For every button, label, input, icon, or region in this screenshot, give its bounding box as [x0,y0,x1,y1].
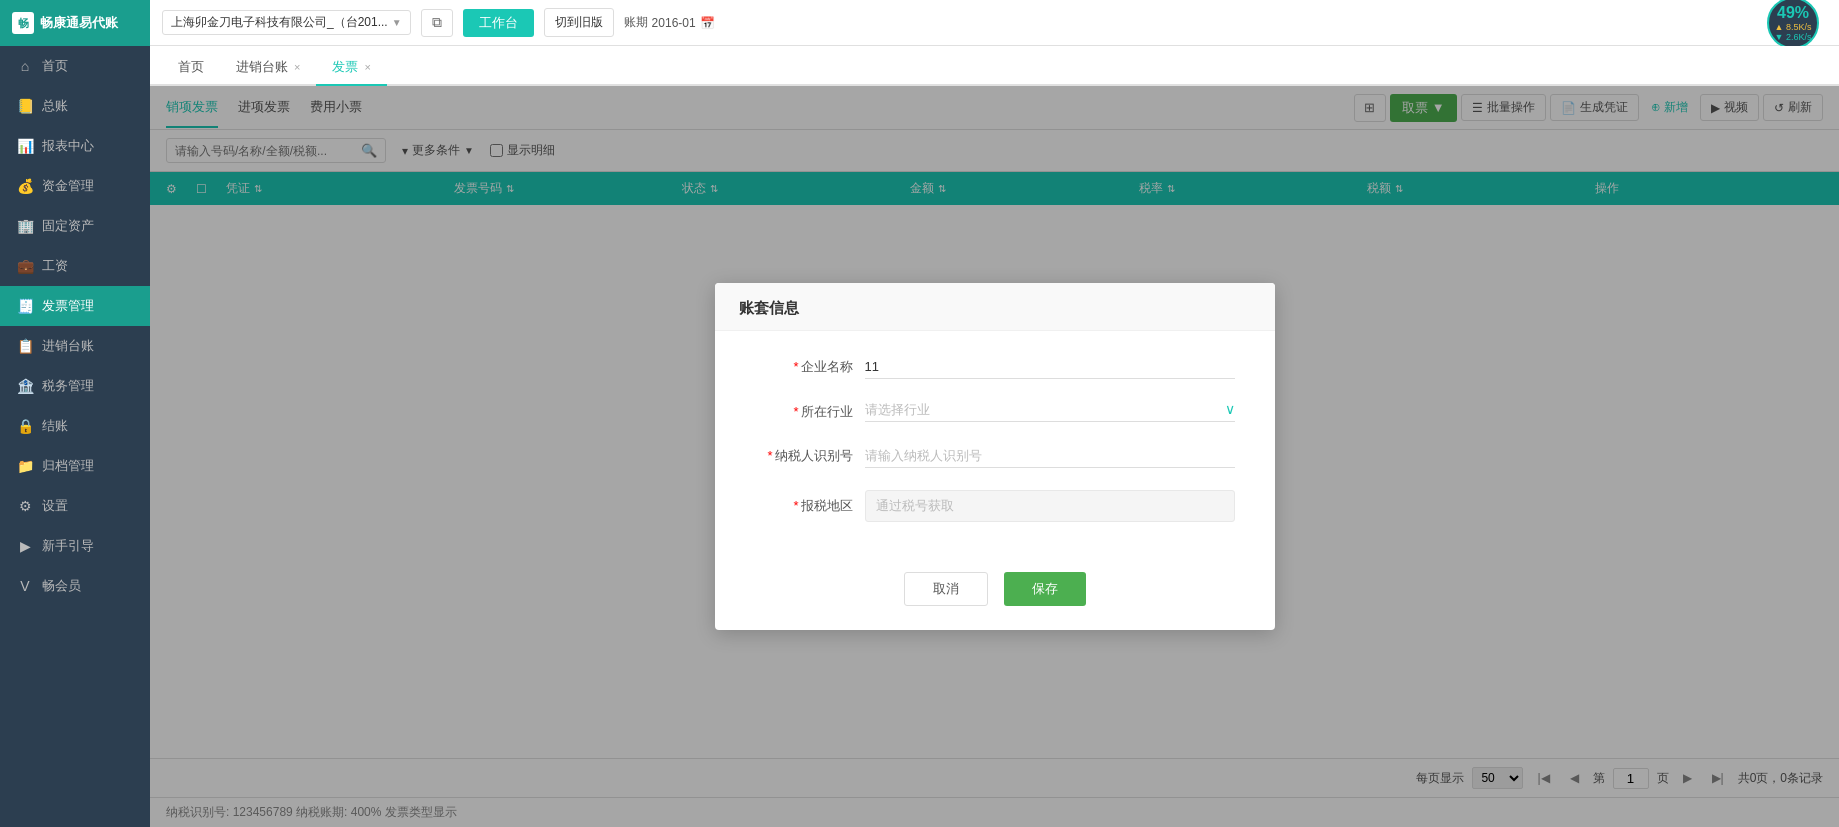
label-industry: *所在行业 [755,403,865,421]
label-taxregion: *报税地区 [755,497,865,515]
form-row-taxregion: *报税地区 通过税号获取 [755,490,1235,522]
sidebar-label-settings: 设置 [42,497,68,515]
tab-close-invoice[interactable]: × [364,61,370,73]
sidebar-icon-tax: 🏦 [16,378,34,394]
sidebar-item-tax[interactable]: 🏦 税务管理 [0,366,150,406]
save-button[interactable]: 保存 [1004,572,1086,606]
required-star-taxregion: * [793,498,798,513]
modal-title: 账套信息 [715,283,1275,331]
sidebar-item-funds[interactable]: 💰 资金管理 [0,166,150,206]
network-download-speed: ▼ 2.6K/s [1775,32,1812,42]
tab-label-purchase: 进销台账 [236,59,288,74]
sidebar-label-funds: 资金管理 [42,177,94,195]
sidebar-icon-vip: V [16,578,34,594]
tab-home[interactable]: 首页 [162,50,220,86]
company-name-input[interactable] [865,355,1235,379]
sidebar-item-purchase[interactable]: 📋 进销台账 [0,326,150,366]
sidebar-item-payroll[interactable]: 💼 工资 [0,246,150,286]
sidebar-icon-fixed_assets: 🏢 [16,218,34,234]
sidebar-label-reports: 报表中心 [42,137,94,155]
sidebar-item-guide[interactable]: ▶ 新手引导 [0,526,150,566]
sidebar-label-home: 首页 [42,57,68,75]
copy-button[interactable]: ⧉ [421,9,453,37]
tab-invoice[interactable]: 发票 × [316,50,386,86]
sidebar-icon-closing: 🔒 [16,418,34,434]
sidebar-item-settings[interactable]: ⚙ 设置 [0,486,150,526]
main-area: 上海卯金刀电子科技有限公司_（台201... ▼ ⧉ 工作台 切到旧版 账期 2… [150,0,1839,827]
period-label: 账期 [624,14,648,31]
company-name: 上海卯金刀电子科技有限公司_（台201... [171,14,388,31]
network-upload-speed: ▲ 8.5K/s [1775,22,1812,32]
sidebar-label-vip: 畅会员 [42,577,81,595]
form-row-industry: *所在行业 请选择行业 ∨ [755,401,1235,422]
sidebar-icon-settings: ⚙ [16,498,34,514]
sidebar-icon-payroll: 💼 [16,258,34,274]
sidebar-label-fixed_assets: 固定资产 [42,217,94,235]
required-star-industry: * [793,404,798,419]
sidebar-icon-archive: 📁 [16,458,34,474]
logo-icon: 畅 [12,12,34,34]
sidebar-icon-invoice: 🧾 [16,298,34,314]
required-star: * [793,359,798,374]
app-name: 畅康通易代账 [40,14,118,32]
top-header: 上海卯金刀电子科技有限公司_（台201... ▼ ⧉ 工作台 切到旧版 账期 2… [150,0,1839,46]
content-area: 销项发票进项发票费用小票 ⊞ 取票 ▼ ☰ 批量操作 📄 生成凭证 [150,86,1839,827]
sidebar-icon-purchase: 📋 [16,338,34,354]
sidebar-label-payroll: 工资 [42,257,68,275]
industry-select[interactable]: 请选择行业 [865,402,1225,417]
account-set-modal: 账套信息 *企业名称 *所在行业 [715,283,1275,630]
modal-overlay: 账套信息 *企业名称 *所在行业 [150,86,1839,827]
tabs-bar: 首页 进销台账 × 发票 × [150,46,1839,86]
calendar-icon[interactable]: 📅 [700,16,715,30]
form-row-company: *企业名称 [755,355,1235,379]
label-taxid: *纳税人识别号 [755,447,865,465]
sidebar-item-closing[interactable]: 🔒 结账 [0,406,150,446]
sidebar-label-archive: 归档管理 [42,457,94,475]
sidebar-label-tax: 税务管理 [42,377,94,395]
industry-select-wrap: 请选择行业 ∨ [865,401,1235,422]
company-selector[interactable]: 上海卯金刀电子科技有限公司_（台201... ▼ [162,10,411,35]
sidebar-item-vip[interactable]: V 畅会员 [0,566,150,606]
sidebar-item-fixed_assets[interactable]: 🏢 固定资产 [0,206,150,246]
sidebar-item-archive[interactable]: 📁 归档管理 [0,446,150,486]
cancel-button[interactable]: 取消 [904,572,988,606]
period-display: 账期 2016-01 📅 [624,14,715,31]
app-logo: 畅 畅康通易代账 [0,0,150,46]
network-percent: 49% [1777,4,1809,22]
sidebar: 畅 畅康通易代账 ⌂ 首页 📒 总账 📊 报表中心 💰 资金管理 🏢 固定资产 💼 工资 🧾 发票管理 📋 进… [0,0,150,827]
sidebar-icon-guide: ▶ [16,538,34,554]
sidebar-label-closing: 结账 [42,417,68,435]
modal-footer: 取消 保存 [715,564,1275,630]
sidebar-label-purchase: 进销台账 [42,337,94,355]
sidebar-item-invoice[interactable]: 🧾 发票管理 [0,286,150,326]
sidebar-label-ledger: 总账 [42,97,68,115]
sidebar-icon-ledger: 📒 [16,98,34,114]
sidebar-label-guide: 新手引导 [42,537,94,555]
industry-chevron-icon: ∨ [1225,401,1235,417]
period-value: 2016-01 [652,16,696,30]
tab-label-invoice: 发票 [332,59,358,74]
tab-purchase[interactable]: 进销台账 × [220,50,316,86]
taxid-input[interactable] [865,444,1235,468]
sidebar-icon-home: ⌂ [16,58,34,74]
sidebar-item-ledger[interactable]: 📒 总账 [0,86,150,126]
form-row-taxid: *纳税人识别号 [755,444,1235,468]
tab-label-home: 首页 [178,59,204,74]
company-dropdown-arrow: ▼ [392,17,402,28]
sidebar-icon-reports: 📊 [16,138,34,154]
sidebar-label-invoice: 发票管理 [42,297,94,315]
tax-region-disabled: 通过税号获取 [865,490,1235,522]
sidebar-item-reports[interactable]: 📊 报表中心 [0,126,150,166]
required-star-taxid: * [767,448,772,463]
sidebar-item-home[interactable]: ⌂ 首页 [0,46,150,86]
workbench-button[interactable]: 工作台 [463,9,534,37]
network-indicator: 49% ▲ 8.5K/s ▼ 2.6K/s [1767,0,1819,49]
sidebar-icon-funds: 💰 [16,178,34,194]
tab-close-purchase[interactable]: × [294,61,300,73]
switch-old-button[interactable]: 切到旧版 [544,8,614,37]
label-company: *企业名称 [755,358,865,376]
modal-body: *企业名称 *所在行业 请选择行业 ∨ [715,331,1275,564]
